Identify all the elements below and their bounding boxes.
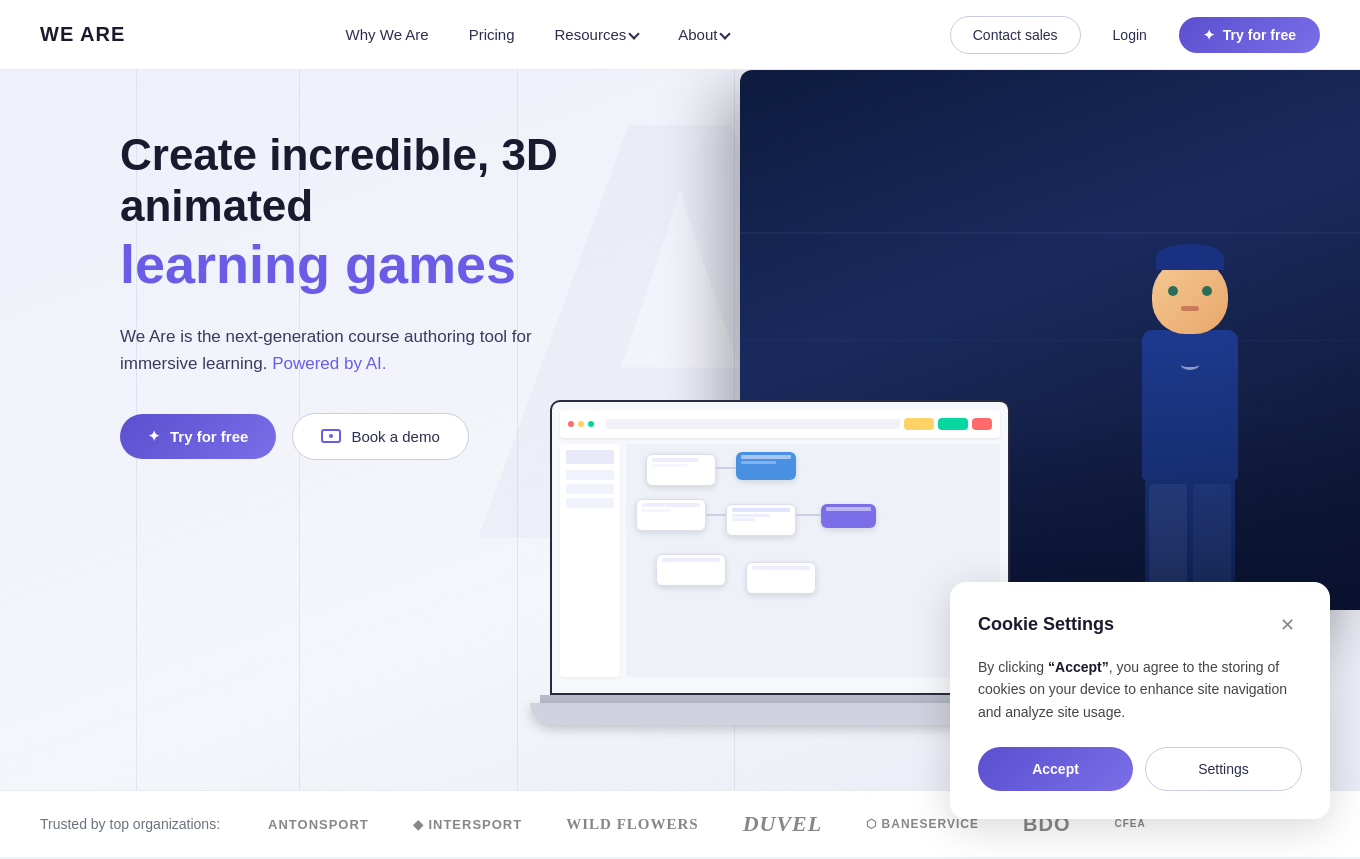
resources-chevron-icon [629,28,640,39]
wf-sidebar [560,444,620,677]
contact-sales-button[interactable]: Contact sales [950,16,1081,54]
cookie-banner: Cookie Settings ✕ By clicking “Accept”, … [950,582,1330,819]
wf-node-5 [821,504,876,528]
char-torso [1142,330,1238,480]
about-chevron-icon [720,28,731,39]
nav-links: Why We Are Pricing Resources About [330,18,746,51]
cookie-body-text: By clicking “Accept”, you agree to the s… [978,656,1302,723]
nav-item-about[interactable]: About [662,18,745,51]
cookie-title: Cookie Settings [978,614,1114,635]
brand-wildflowers: Wild Flowers [566,816,698,833]
powered-by-ai-text: Powered by AI. [272,354,386,373]
wf-node-2 [736,452,796,480]
character-body [1142,232,1238,610]
brand-cfea: CFEA [1114,818,1145,830]
try-free-hero-button[interactable]: ✦ Try for free [120,414,276,459]
wf-node-6 [656,554,726,586]
hero-heading-line2: learning games [120,235,720,294]
brand-intersport: ◆ INTERSPORT [413,817,522,832]
nav-item-why-we-are[interactable]: Why We Are [330,18,445,51]
login-button[interactable]: Login [1093,17,1167,53]
trusted-label: Trusted by top organizations: [40,816,220,832]
cookie-actions: Accept Settings [978,747,1302,791]
char-hat [1156,244,1224,270]
brand-antonsport: ANTONSPORT [268,817,369,832]
hero-subtext: We Are is the next-generation course aut… [120,323,600,377]
laptop-hinge [540,695,1020,703]
hero-cta-buttons: ✦ Try for free Book a demo [120,413,720,460]
navigation: WE ARE Why We Are Pricing Resources Abou… [0,0,1360,70]
cookie-settings-button[interactable]: Settings [1145,747,1302,791]
brand-baneservice: ⬡ baneservice [866,817,979,831]
cookie-header: Cookie Settings ✕ [978,610,1302,640]
nav-item-resources[interactable]: Resources [539,18,655,51]
accept-cookies-button[interactable]: Accept [978,747,1133,791]
wf-content [560,444,1000,677]
nav-actions: Contact sales Login ✦ Try for free [950,16,1320,54]
wf-node-3 [636,499,706,531]
book-demo-button[interactable]: Book a demo [292,413,468,460]
cookie-close-button[interactable]: ✕ [1272,610,1302,640]
nav-item-pricing[interactable]: Pricing [453,18,531,51]
wf-main [626,444,1000,677]
hero-heading-line1: Create incredible, 3D animated [120,130,720,231]
brand-duvel: Duvel [743,811,823,837]
demo-screen-icon [321,429,341,443]
char-legs [1145,480,1235,590]
wf-node-7 [746,562,816,594]
3d-character [1080,150,1300,610]
hero-content: Create incredible, 3D animated learning … [120,130,720,460]
logo[interactable]: WE ARE [40,23,125,46]
hero-spark-icon: ✦ [148,428,160,444]
wf-node-4 [726,504,796,536]
try-free-nav-button[interactable]: ✦ Try for free [1179,17,1320,53]
spark-icon: ✦ [1203,27,1215,43]
